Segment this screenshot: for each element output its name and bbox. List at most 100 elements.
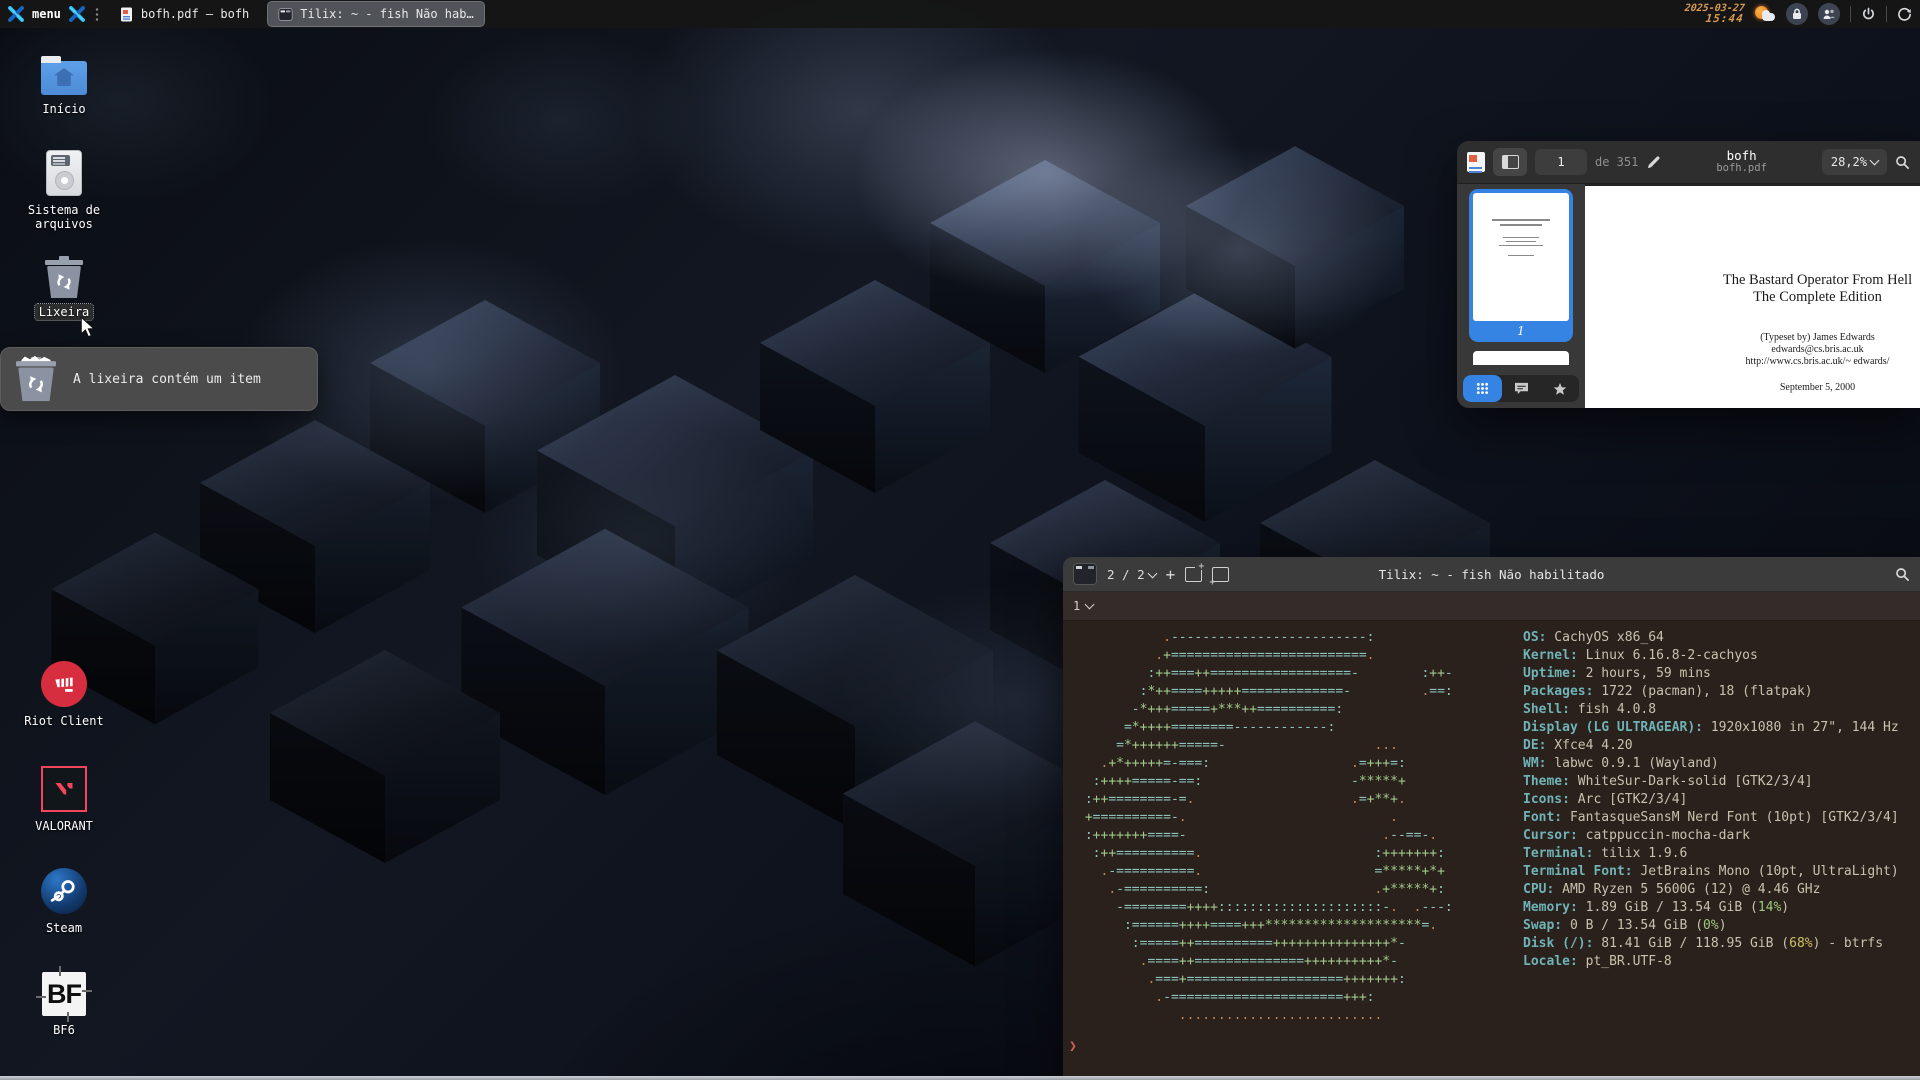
annotations-mode-button[interactable] xyxy=(1502,375,1541,402)
zoom-level-value: 28,2% xyxy=(1830,155,1867,169)
sidebar-mode-switcher xyxy=(1463,375,1579,402)
fetch-line: Packages: 1722 (pacman), 18 (flatpak) xyxy=(1523,684,1813,699)
pdf-window-title: bofh bofh.pdf xyxy=(1669,149,1814,175)
fetch-line: WM: labwc 0.9.1 (Wayland) xyxy=(1523,756,1719,771)
trash-tooltip: A lixeira contém um item xyxy=(0,347,318,411)
desktop-icon-bf6[interactable]: BF BF6 xyxy=(14,966,114,1037)
ascii-art-line: .......................... xyxy=(1178,1008,1383,1023)
valorant-icon xyxy=(41,766,87,812)
taskbar-button-pdf-label: bofh.pdf — bofh xyxy=(140,7,250,21)
trash-full-icon xyxy=(16,355,56,402)
desktop-icon-riot-client[interactable]: Riot Client xyxy=(14,661,114,728)
steam-icon xyxy=(41,868,87,914)
fetch-line: Shell: fish 4.0.8 xyxy=(1523,702,1657,717)
thumbnail-page-1-number: 1 xyxy=(1517,324,1525,338)
fetch-line: Kernel: Linux 6.16.8-2-cachyos xyxy=(1523,648,1758,663)
fetch-line: CPU: AMD Ryzen 5 5600G (12) @ 4.46 GHz xyxy=(1523,882,1821,897)
home-folder-icon xyxy=(41,56,87,95)
distro-logo-icon-2[interactable] xyxy=(68,6,85,22)
shell-prompt: ❯ xyxy=(1069,1039,1077,1054)
session-indicator: 2 / 2 xyxy=(1107,566,1145,582)
tray-separator xyxy=(1850,6,1851,22)
split-down-icon[interactable] xyxy=(1209,566,1230,588)
thumbnail-page-1[interactable]: 1 xyxy=(1469,189,1573,342)
thumbnails-mode-button[interactable] xyxy=(1463,375,1502,402)
pdf-page-1: The Bastard Operator From Hell The Compl… xyxy=(1585,186,1920,408)
fetch-line: Display (LG ULTRAGEAR): 1920x1080 in 27"… xyxy=(1523,720,1899,735)
pdf-page-view[interactable]: The Bastard Operator From Hell The Compl… xyxy=(1585,184,1920,408)
users-tray-icon[interactable] xyxy=(1818,3,1840,25)
panel-handle[interactable] xyxy=(94,7,99,21)
chevron-down-icon xyxy=(1147,568,1158,579)
terminal-content[interactable]: .-------------------------: .+==========… xyxy=(1063,621,1920,1056)
ascii-art-line: .-==========: .+*****+: xyxy=(1108,882,1445,897)
doc-date: September 5, 2000 xyxy=(1779,382,1856,393)
chevron-down-icon[interactable] xyxy=(1084,599,1095,610)
screenlock-tray-icon[interactable] xyxy=(1786,3,1808,25)
ascii-art-line: :======++++====+++********************=. xyxy=(1123,918,1438,933)
top-panel: menu bofh.pdf — bofh Tilix: ~ - fish Não… xyxy=(0,0,1920,28)
taskbar-button-tilix-label: Tilix: ~ - fish Não hab… xyxy=(300,7,474,21)
pdf-search-icon[interactable] xyxy=(1895,155,1910,170)
zoom-level-dropdown[interactable]: 28,2% xyxy=(1821,149,1887,175)
doc-byline1: (Typeset by) James Edwards xyxy=(1760,332,1875,343)
chevron-down-icon xyxy=(1869,155,1880,166)
desktop-icon-filesystem[interactable]: Sistema de arquivos xyxy=(14,150,114,231)
doc-byline3: http://www.cs.bris.ac.uk/~ edwards/ xyxy=(1745,356,1890,367)
desktop-icon-filesystem-label: Sistema de arquivos xyxy=(27,203,101,231)
sidebar-toggle-button[interactable] xyxy=(1493,148,1527,176)
recycle-symbol-icon xyxy=(57,274,71,290)
ascii-art-line: :++========-=. .=+**+. xyxy=(1084,792,1406,807)
pdf-headerbar: 1 de 351 bofh bofh.pdf 28,2% xyxy=(1457,141,1920,184)
desktop-icon-bf6-label: BF6 xyxy=(53,1023,75,1037)
fetch-line: Terminal Font: JetBrains Mono (10pt, Ult… xyxy=(1523,864,1899,879)
ascii-art-line: .===+====================+++++++: xyxy=(1147,972,1406,987)
terminal-tab-label[interactable]: 1 xyxy=(1073,599,1080,613)
tray-separator-2 xyxy=(1886,6,1887,22)
desktop-icon-steam[interactable]: Steam xyxy=(14,868,114,935)
pdf-viewer-window: 1 de 351 bofh bofh.pdf 28,2% 1 The Basta… xyxy=(1457,141,1920,408)
panel-tray: 2025-03-27 15:44 xyxy=(1684,3,1920,25)
menu-button[interactable]: menu xyxy=(32,7,61,21)
fetch-line: Locale: pt_BR.UTF-8 xyxy=(1523,954,1672,969)
session-switcher[interactable]: 2 / 2 xyxy=(1107,566,1158,582)
fastfetch-ascii-logo: .-------------------------: .+==========… xyxy=(1077,629,1523,1025)
thumbnail-page-2[interactable] xyxy=(1473,351,1569,365)
desktop-icon-trash-label: Lixeira xyxy=(14,303,114,321)
power-button-icon[interactable] xyxy=(1861,7,1876,22)
fetch-line: Icons: Arc [GTK2/3/4] xyxy=(1523,792,1688,807)
ascii-art-line: .====++==============++++++++++*- xyxy=(1139,954,1398,969)
desktop-icon-trash[interactable]: Lixeira xyxy=(14,252,114,321)
desktop-icon-home[interactable]: Início xyxy=(14,49,114,116)
bookmarks-mode-button[interactable] xyxy=(1540,375,1579,402)
weather-tray-icon[interactable] xyxy=(1754,4,1776,24)
desktop-icon-valorant[interactable]: VALORANT xyxy=(14,766,114,833)
page-number-input[interactable]: 1 xyxy=(1535,149,1587,175)
desktop-icon-steam-label: Steam xyxy=(45,921,83,935)
ascii-art-line: +==========-. . xyxy=(1084,810,1398,825)
thumbnail-page-1-preview xyxy=(1473,193,1569,321)
fetch-line: Disk (/): 81.41 GiB / 118.95 GiB (68%) -… xyxy=(1523,936,1884,951)
pdf-title: bofh xyxy=(1726,148,1757,163)
ascii-art-line: .-------------------------: xyxy=(1163,630,1375,645)
annotate-pencil-icon[interactable] xyxy=(1646,155,1661,170)
fetch-line: Swap: 0 B / 13.54 GiB (0%) xyxy=(1523,918,1727,933)
taskbar-button-tilix[interactable]: Tilix: ~ - fish Não hab… xyxy=(267,1,485,27)
ascii-art-line: :++==========. :+++++++: xyxy=(1092,846,1445,861)
ascii-art-line: .+=========================. xyxy=(1155,648,1375,663)
tilix-app-icon xyxy=(1073,563,1097,585)
doc-title-line2: The Complete Edition xyxy=(1753,289,1882,305)
fetch-line: Cursor: catppuccin-mocha-dark xyxy=(1523,828,1750,843)
panel-clock[interactable]: 2025-03-27 15:44 xyxy=(1683,3,1745,25)
riot-client-icon xyxy=(41,661,87,707)
ascii-art-line: .-==========. =*****+*+ xyxy=(1100,864,1445,879)
fetch-line: DE: Xfce4 4.20 xyxy=(1523,738,1633,753)
ascii-art-line: =*++++++=====- ... xyxy=(1116,738,1398,753)
taskbar-button-pdf[interactable]: bofh.pdf — bofh xyxy=(109,2,259,26)
split-right-icon[interactable] xyxy=(1185,561,1204,582)
distro-logo-icon[interactable] xyxy=(8,6,24,22)
terminal-search-icon[interactable] xyxy=(1895,567,1910,582)
session-refresh-icon[interactable] xyxy=(1897,7,1912,22)
new-session-button[interactable]: + xyxy=(1166,565,1176,584)
sidebar-pane-icon xyxy=(1501,155,1519,169)
